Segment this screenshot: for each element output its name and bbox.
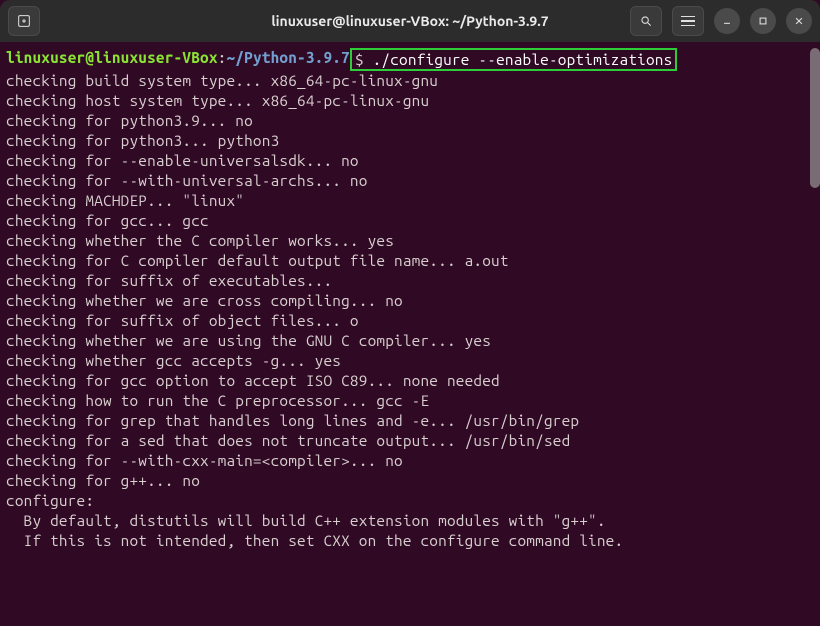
titlebar-right — [630, 6, 812, 36]
maximize-button[interactable] — [750, 8, 776, 34]
output-line: checking whether the C compiler works...… — [6, 231, 816, 251]
output-line: checking whether we are using the GNU C … — [6, 331, 816, 351]
command-highlight: $ ./configure --enable-optimizations — [350, 48, 678, 71]
prompt-user-host: linuxuser@linuxuser-VBox — [6, 48, 218, 68]
output-line: checking for --with-cxx-main=<compiler>.… — [6, 451, 816, 471]
output-line: configure: — [6, 491, 816, 511]
output-line: checking for suffix of executables... — [6, 271, 816, 291]
output-line: checking for a sed that does not truncat… — [6, 431, 816, 451]
output-line: checking whether gcc accepts -g... yes — [6, 351, 816, 371]
output-line: checking build system type... x86_64-pc-… — [6, 71, 816, 91]
output-line: checking for --enable-universalsdk... no — [6, 151, 816, 171]
prompt-path: ~/Python-3.9.7 — [226, 48, 349, 68]
output-line: checking how to run the C preprocessor..… — [6, 391, 816, 411]
new-tab-button[interactable] — [8, 6, 40, 36]
output-line: If this is not intended, then set CXX on… — [6, 531, 816, 551]
output-line: checking for --with-universal-archs... n… — [6, 171, 816, 191]
output-line: checking for python3... python3 — [6, 131, 816, 151]
prompt-line: linuxuser@linuxuser-VBox:~/Python-3.9.7$… — [6, 48, 816, 71]
output-line: checking for python3.9... no — [6, 111, 816, 131]
scrollbar[interactable] — [810, 48, 820, 188]
close-button[interactable] — [786, 8, 812, 34]
output-line: checking MACHDEP... "linux" — [6, 191, 816, 211]
window-title: linuxuser@linuxuser-VBox: ~/Python-3.9.7 — [271, 13, 548, 29]
output-line: checking host system type... x86_64-pc-l… — [6, 91, 816, 111]
prompt-dollar: $ — [355, 51, 364, 68]
prompt-colon: : — [218, 48, 227, 68]
command-text: ./configure --enable-optimizations — [364, 51, 673, 68]
hamburger-icon — [681, 16, 695, 27]
output-line: checking for grep that handles long line… — [6, 411, 816, 431]
titlebar-left — [8, 6, 40, 36]
output-line: checking for suffix of object files... o — [6, 311, 816, 331]
output-line: checking for C compiler default output f… — [6, 251, 816, 271]
output-line: checking for gcc... gcc — [6, 211, 816, 231]
output-line: checking for g++... no — [6, 471, 816, 491]
menu-button[interactable] — [672, 6, 704, 36]
minimize-button[interactable] — [714, 8, 740, 34]
titlebar: linuxuser@linuxuser-VBox: ~/Python-3.9.7 — [0, 0, 820, 42]
output-line: checking whether we are cross compiling.… — [6, 291, 816, 311]
output-line: checking for gcc option to accept ISO C8… — [6, 371, 816, 391]
terminal[interactable]: linuxuser@linuxuser-VBox:~/Python-3.9.7$… — [0, 42, 820, 626]
search-button[interactable] — [630, 6, 662, 36]
output-line: By default, distutils will build C++ ext… — [6, 511, 816, 531]
